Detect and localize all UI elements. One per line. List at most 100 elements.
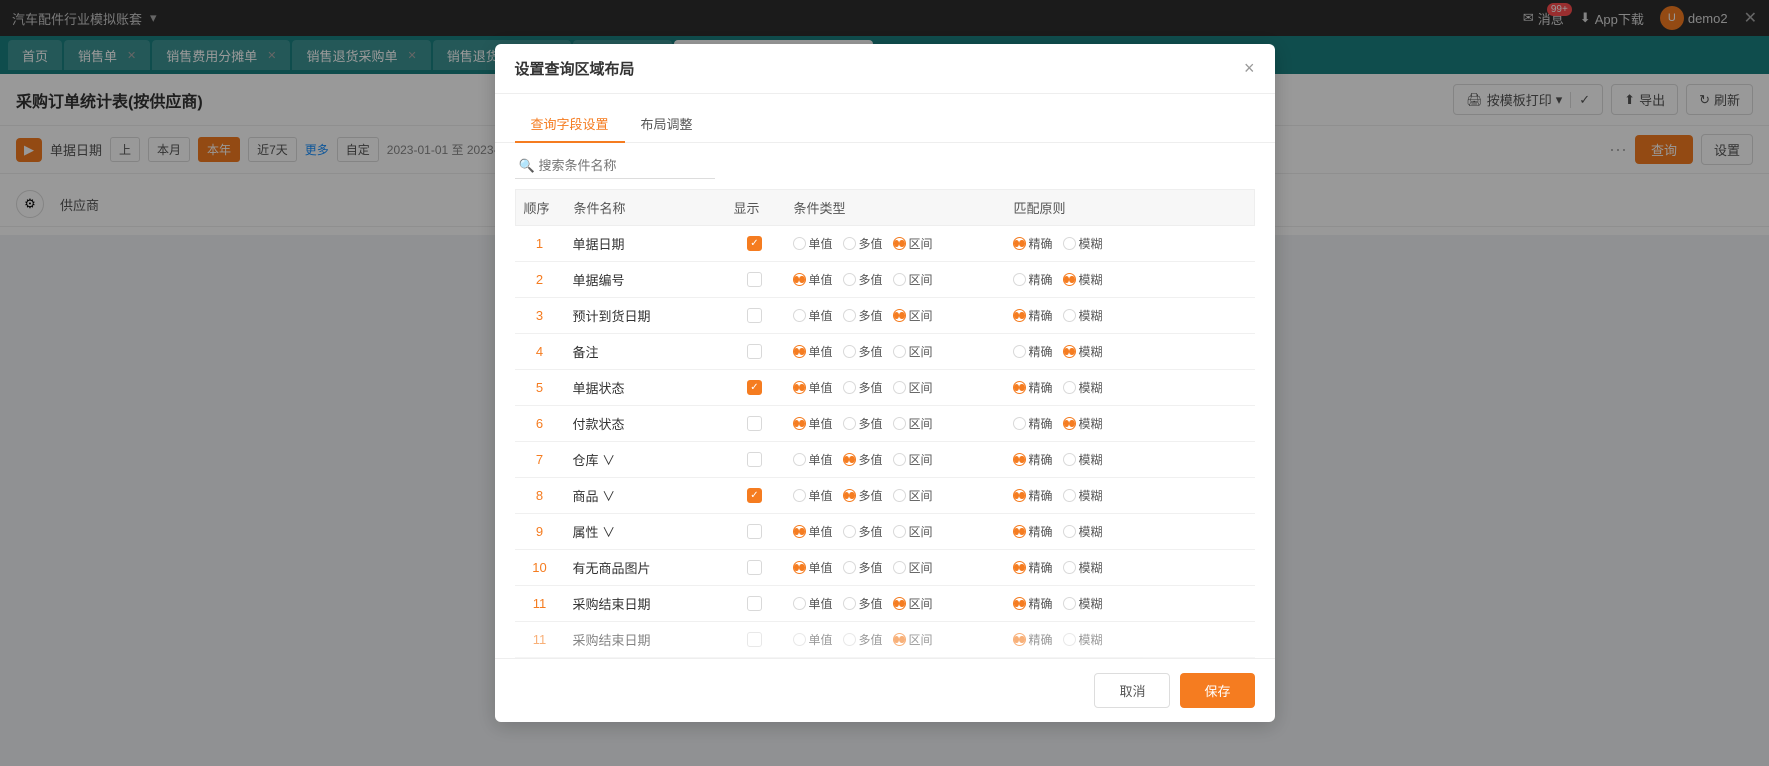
- match-fuzzy-radio[interactable]: 模糊: [1063, 487, 1103, 504]
- type-multi-radio[interactable]: 多值: [843, 415, 883, 432]
- row-display-cb[interactable]: [725, 596, 785, 611]
- multi-radio-btn[interactable]: [843, 417, 856, 430]
- match-fuzzy-radio[interactable]: 模糊: [1063, 271, 1103, 288]
- display-checkbox[interactable]: [747, 560, 762, 575]
- match-exact-radio[interactable]: 精确: [1013, 487, 1053, 504]
- type-range-radio[interactable]: 区间: [893, 235, 933, 252]
- display-checkbox[interactable]: ✓: [747, 380, 762, 395]
- row-display-cb[interactable]: [725, 308, 785, 323]
- fuzzy-radio-partial[interactable]: [1063, 633, 1076, 646]
- type-range-radio[interactable]: 区间: [893, 559, 933, 576]
- search-input[interactable]: [515, 153, 715, 179]
- match-exact-radio[interactable]: 精确: [1013, 343, 1053, 360]
- single-radio-btn[interactable]: [793, 453, 806, 466]
- single-radio-partial[interactable]: [793, 633, 806, 646]
- type-multi-radio[interactable]: 多值: [843, 595, 883, 612]
- multi-radio-btn[interactable]: [843, 453, 856, 466]
- single-radio-btn[interactable]: [793, 417, 806, 430]
- type-single-radio[interactable]: 单值: [793, 523, 833, 540]
- type-range-radio[interactable]: 区间: [893, 487, 933, 504]
- match-fuzzy-radio[interactable]: 模糊: [1063, 559, 1103, 576]
- multi-radio-btn[interactable]: [843, 489, 856, 502]
- range-radio-btn[interactable]: [893, 273, 906, 286]
- match-exact-radio[interactable]: 精确: [1013, 307, 1053, 324]
- match-fuzzy-radio[interactable]: 模糊: [1063, 307, 1103, 324]
- type-single-partial[interactable]: 单值: [793, 631, 833, 648]
- type-range-radio[interactable]: 区间: [893, 307, 933, 324]
- fuzzy-radio-btn[interactable]: [1063, 561, 1076, 574]
- display-checkbox[interactable]: [747, 308, 762, 323]
- type-multi-radio[interactable]: 多值: [843, 271, 883, 288]
- type-range-radio[interactable]: 区间: [893, 595, 933, 612]
- match-fuzzy-partial[interactable]: 模糊: [1063, 631, 1103, 648]
- row-display-cb[interactable]: [725, 416, 785, 431]
- row-display-cb[interactable]: [725, 452, 785, 467]
- display-checkbox[interactable]: [747, 524, 762, 539]
- display-checkbox-partial[interactable]: [747, 632, 762, 647]
- single-radio-btn[interactable]: [793, 525, 806, 538]
- type-multi-radio[interactable]: 多值: [843, 559, 883, 576]
- exact-radio-btn[interactable]: [1013, 309, 1026, 322]
- type-single-radio[interactable]: 单值: [793, 271, 833, 288]
- exact-radio-btn[interactable]: [1013, 417, 1026, 430]
- modal-tab-query[interactable]: 查询字段设置: [515, 106, 625, 143]
- display-checkbox[interactable]: [747, 596, 762, 611]
- fuzzy-radio-btn[interactable]: [1063, 345, 1076, 358]
- modal-tab-layout[interactable]: 布局调整: [625, 106, 709, 143]
- match-fuzzy-radio[interactable]: 模糊: [1063, 523, 1103, 540]
- exact-radio-btn[interactable]: [1013, 381, 1026, 394]
- type-multi-partial[interactable]: 多值: [843, 631, 883, 648]
- match-exact-radio[interactable]: 精确: [1013, 523, 1053, 540]
- row-display-cb[interactable]: ✓: [725, 236, 785, 251]
- exact-radio-btn[interactable]: [1013, 561, 1026, 574]
- match-fuzzy-radio[interactable]: 模糊: [1063, 379, 1103, 396]
- fuzzy-radio-btn[interactable]: [1063, 489, 1076, 502]
- type-range-radio[interactable]: 区间: [893, 451, 933, 468]
- exact-radio-btn[interactable]: [1013, 237, 1026, 250]
- fuzzy-radio-btn[interactable]: [1063, 453, 1076, 466]
- match-exact-radio[interactable]: 精确: [1013, 271, 1053, 288]
- display-checkbox[interactable]: [747, 452, 762, 467]
- type-multi-radio[interactable]: 多值: [843, 307, 883, 324]
- multi-radio-btn[interactable]: [843, 273, 856, 286]
- row-display-cb[interactable]: [725, 560, 785, 575]
- range-radio-btn[interactable]: [893, 345, 906, 358]
- single-radio-btn[interactable]: [793, 309, 806, 322]
- single-radio-btn[interactable]: [793, 597, 806, 610]
- range-radio-btn[interactable]: [893, 597, 906, 610]
- fuzzy-radio-btn[interactable]: [1063, 309, 1076, 322]
- fuzzy-radio-btn[interactable]: [1063, 525, 1076, 538]
- fuzzy-radio-btn[interactable]: [1063, 237, 1076, 250]
- exact-radio-btn[interactable]: [1013, 453, 1026, 466]
- match-exact-radio[interactable]: 精确: [1013, 595, 1053, 612]
- single-radio-btn[interactable]: [793, 489, 806, 502]
- display-checkbox[interactable]: [747, 416, 762, 431]
- type-range-radio[interactable]: 区间: [893, 523, 933, 540]
- range-radio-btn[interactable]: [893, 417, 906, 430]
- exact-radio-btn[interactable]: [1013, 525, 1026, 538]
- single-radio-btn[interactable]: [793, 273, 806, 286]
- fuzzy-radio-btn[interactable]: [1063, 381, 1076, 394]
- range-radio-partial[interactable]: [893, 633, 906, 646]
- row-display-cb[interactable]: ✓: [725, 488, 785, 503]
- range-radio-btn[interactable]: [893, 489, 906, 502]
- match-exact-radio[interactable]: 精确: [1013, 451, 1053, 468]
- type-range-partial[interactable]: 区间: [893, 631, 933, 648]
- multi-radio-btn[interactable]: [843, 561, 856, 574]
- exact-radio-btn[interactable]: [1013, 273, 1026, 286]
- row-display-cb[interactable]: ✓: [725, 380, 785, 395]
- type-multi-radio[interactable]: 多值: [843, 523, 883, 540]
- fuzzy-radio-btn[interactable]: [1063, 273, 1076, 286]
- type-single-radio[interactable]: 单值: [793, 415, 833, 432]
- exact-radio-partial[interactable]: [1013, 633, 1026, 646]
- range-radio-btn[interactable]: [893, 525, 906, 538]
- row-display-cb[interactable]: [725, 524, 785, 539]
- fuzzy-radio-btn[interactable]: [1063, 417, 1076, 430]
- type-range-radio[interactable]: 区间: [893, 415, 933, 432]
- multi-radio-btn[interactable]: [843, 381, 856, 394]
- type-single-radio[interactable]: 单值: [793, 487, 833, 504]
- single-radio-btn[interactable]: [793, 237, 806, 250]
- type-range-radio[interactable]: 区间: [893, 271, 933, 288]
- exact-radio-btn[interactable]: [1013, 345, 1026, 358]
- match-fuzzy-radio[interactable]: 模糊: [1063, 595, 1103, 612]
